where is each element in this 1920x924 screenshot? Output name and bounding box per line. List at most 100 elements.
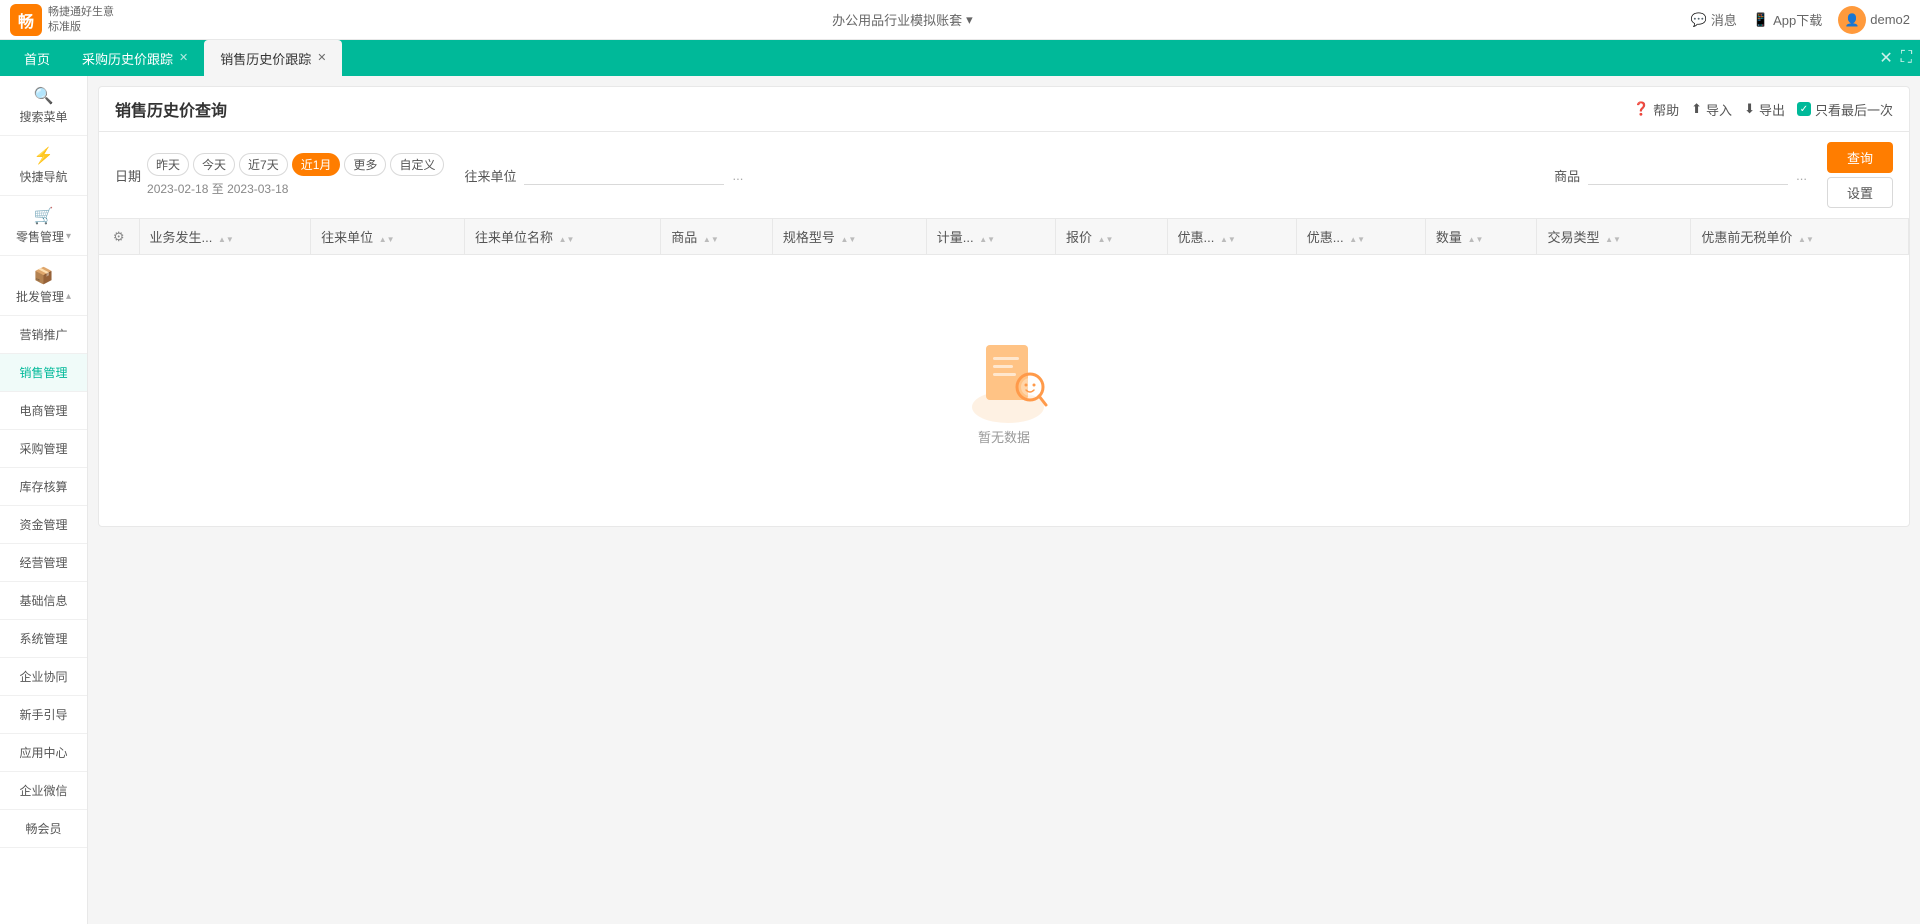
sidebar-item-app-center[interactable]: 应用中心: [0, 734, 87, 772]
checkbox-icon: ✓: [1797, 102, 1811, 116]
avatar-image: 👤: [1845, 13, 1860, 27]
help-btn[interactable]: ❓ 帮助: [1633, 100, 1679, 119]
settings-button[interactable]: 设置: [1827, 177, 1893, 208]
sidebar-item-enterprise-wechat[interactable]: 企业微信: [0, 772, 87, 810]
sidebar-item-inventory[interactable]: 库存核算: [0, 468, 87, 506]
partner-label: 往来单位: [464, 166, 516, 185]
nav-icon: ⚡: [34, 146, 54, 166]
top-bar-right: 💬 消息 📱 App下载 👤 demo2: [1691, 6, 1910, 34]
date-btn-more[interactable]: 更多: [344, 153, 386, 176]
empty-text: 暂无数据: [978, 427, 1030, 446]
export-icon: ⬇: [1744, 101, 1755, 117]
sort-icon: ▲▼: [1798, 236, 1814, 244]
sort-icon: ▲▼: [1468, 236, 1484, 244]
sort-icon: ▲▼: [1605, 236, 1621, 244]
date-btn-custom[interactable]: 自定义: [390, 153, 444, 176]
sidebar-item-purchase[interactable]: 采购管理: [0, 430, 87, 468]
sidebar-item-wholesale-mgmt[interactable]: 📦 批发管理 ▴: [0, 256, 87, 316]
page-title: 销售历史价查询: [115, 97, 227, 121]
sort-icon: ▲▼: [1220, 236, 1236, 244]
sidebar-item-search-menu[interactable]: 🔍 搜索菜单: [0, 76, 87, 136]
sort-icon: ▲▼: [218, 236, 234, 244]
dropdown-area[interactable]: 办公用品行业模拟账套 ▾: [832, 10, 973, 29]
col-trade-type[interactable]: 交易类型 ▲▼: [1537, 219, 1691, 255]
sidebar-item-operations[interactable]: 经营管理: [0, 544, 87, 582]
message-btn[interactable]: 💬 消息: [1691, 10, 1737, 29]
import-icon: ⬆: [1691, 101, 1702, 117]
help-icon: ❓: [1633, 101, 1649, 117]
tab-home[interactable]: 首页: [8, 40, 66, 76]
col-settings[interactable]: ⚙: [99, 219, 139, 255]
sidebar-item-basic-info[interactable]: 基础信息: [0, 582, 87, 620]
date-options: 昨天 今天 近7天 近1月 更多 自定义: [147, 153, 444, 176]
sort-icon: ▲▼: [559, 236, 575, 244]
sidebar-item-finance[interactable]: 资金管理: [0, 506, 87, 544]
avatar: 👤: [1838, 6, 1866, 34]
col-discount2[interactable]: 优惠... ▲▼: [1296, 219, 1425, 255]
col-goods[interactable]: 商品 ▲▼: [661, 219, 773, 255]
sort-icon: ▲▼: [1098, 236, 1114, 244]
date-filter-group: 日期 昨天 今天 近7天 近1月 更多 自定义 2023-02-18 至 202…: [115, 153, 444, 197]
logo-area: 畅 畅捷通好生意 标准版: [10, 4, 114, 36]
col-partner-name[interactable]: 往来单位名称 ▲▼: [464, 219, 660, 255]
search-icon: 🔍: [34, 86, 54, 106]
date-btn-1month[interactable]: 近1月: [292, 153, 341, 176]
date-btn-yesterday[interactable]: 昨天: [147, 153, 189, 176]
filter-bar: 日期 昨天 今天 近7天 近1月 更多 自定义 2023-02-18 至 202…: [99, 132, 1909, 219]
sidebar-item-marketing[interactable]: 营销推广: [0, 316, 87, 354]
data-table: ⚙ 业务发生... ▲▼ 往来单位 ▲▼ 往来单位名称: [99, 219, 1909, 255]
col-discount1[interactable]: 优惠... ▲▼: [1167, 219, 1296, 255]
date-range: 2023-02-18 至 2023-03-18: [147, 180, 444, 197]
tab-sales-history[interactable]: 销售历史价跟踪 ✕: [204, 40, 342, 76]
date-label: 日期: [115, 166, 141, 185]
query-button[interactable]: 查询: [1827, 142, 1893, 173]
date-btn-today[interactable]: 今天: [193, 153, 235, 176]
sort-icon: ▲▼: [703, 236, 719, 244]
sidebar: 🔍 搜索菜单 ⚡ 快捷导航 🛒 零售管理 ▾ 📦 批发管理 ▴ 营销推广 销售管…: [0, 76, 88, 924]
tab-close-purchase[interactable]: ✕: [179, 53, 188, 64]
only-last-toggle[interactable]: ✓ 只看最后一次: [1797, 100, 1893, 119]
chevron-up-icon: ▴: [66, 291, 71, 302]
goods-picker-btn[interactable]: ...: [1796, 168, 1807, 183]
sidebar-item-quick-nav[interactable]: ⚡ 快捷导航: [0, 136, 87, 196]
sidebar-item-sales-mgmt[interactable]: 销售管理: [0, 354, 87, 392]
table-header-row: ⚙ 业务发生... ▲▼ 往来单位 ▲▼ 往来单位名称: [99, 219, 1909, 255]
sidebar-item-enterprise-coop[interactable]: 企业协同: [0, 658, 87, 696]
import-btn[interactable]: ⬆ 导入: [1691, 100, 1732, 119]
tab-close-sales[interactable]: ✕: [317, 53, 326, 64]
col-spec[interactable]: 规格型号 ▲▼: [772, 219, 926, 255]
date-btn-7days[interactable]: 近7天: [239, 153, 288, 176]
sidebar-item-member-club[interactable]: 畅会员: [0, 810, 87, 848]
top-bar-left: 畅 畅捷通好生意 标准版: [10, 4, 114, 36]
col-unit[interactable]: 计量... ▲▼: [926, 219, 1055, 255]
partner-picker-btn[interactable]: ...: [732, 168, 743, 183]
col-pretax-price[interactable]: 优惠前无税单价 ▲▼: [1691, 219, 1909, 255]
partner-input[interactable]: [524, 165, 724, 185]
sidebar-item-ecommerce[interactable]: 电商管理: [0, 392, 87, 430]
sort-icon: ▲▼: [979, 236, 995, 244]
app-download-btn[interactable]: 📱 App下载: [1753, 10, 1822, 29]
top-bar: 畅 畅捷通好生意 标准版 办公用品行业模拟账套 ▾ 💬 消息 📱 App下载 👤…: [0, 0, 1920, 40]
user-menu[interactable]: 👤 demo2: [1838, 6, 1910, 34]
header-actions: ❓ 帮助 ⬆ 导入 ⬇ 导出 ✓ 只看最后一次: [1633, 100, 1893, 119]
col-qty[interactable]: 数量 ▲▼: [1425, 219, 1537, 255]
logo-icon: 畅: [10, 4, 42, 36]
goods-filter-group: 商品 ...: [1554, 165, 1807, 185]
tab-purchase-history[interactable]: 采购历史价跟踪 ✕: [66, 40, 204, 76]
goods-label: 商品: [1554, 166, 1580, 185]
chevron-down-icon: ▾: [66, 231, 71, 242]
tab-bar-actions: ✕ ⛶: [1879, 48, 1912, 68]
tab-close-all-btn[interactable]: ✕: [1879, 48, 1892, 68]
goods-input[interactable]: [1588, 165, 1788, 185]
col-biz-date[interactable]: 业务发生... ▲▼: [139, 219, 311, 255]
export-btn[interactable]: ⬇ 导出: [1744, 100, 1785, 119]
col-partner-code[interactable]: 往来单位 ▲▼: [311, 219, 465, 255]
tab-maximize-btn[interactable]: ⛶: [1901, 49, 1912, 67]
col-quote[interactable]: 报价 ▲▼: [1055, 219, 1167, 255]
message-icon: 💬: [1691, 12, 1707, 28]
sidebar-item-system[interactable]: 系统管理: [0, 620, 87, 658]
retail-icon: 🛒: [34, 206, 54, 226]
sidebar-item-retail-mgmt[interactable]: 🛒 零售管理 ▾: [0, 196, 87, 256]
sidebar-item-new-guide[interactable]: 新手引导: [0, 696, 87, 734]
sort-icon: ▲▼: [840, 236, 856, 244]
